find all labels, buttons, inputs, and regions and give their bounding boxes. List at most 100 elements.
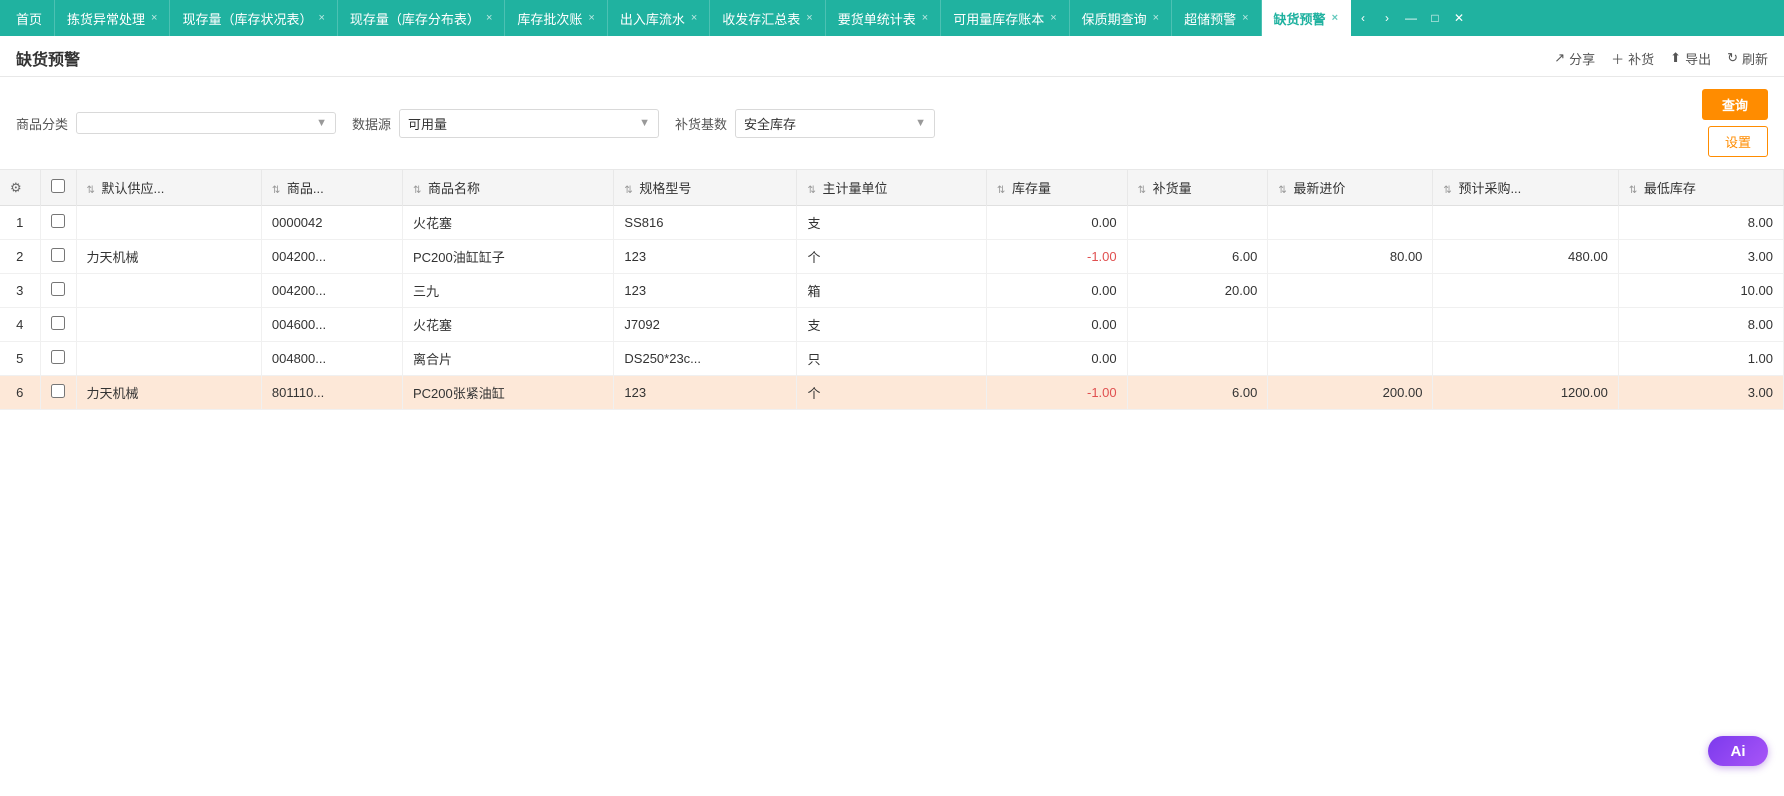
- row-item-code-2: 004200...: [261, 240, 402, 274]
- tab-inventory-status[interactable]: 现存量（库存状况表） ×: [170, 0, 337, 36]
- tab-close-available-ledger[interactable]: ×: [1050, 12, 1056, 24]
- share-action[interactable]: ↗ 分享: [1554, 49, 1595, 68]
- replenish-base-select-arrow: ▼: [915, 117, 926, 129]
- sort-unit-icon[interactable]: ⇅: [807, 185, 815, 196]
- row-min-stock-2: 3.00: [1618, 240, 1783, 274]
- row-no-3: 3: [0, 274, 40, 308]
- row-checkbox-1[interactable]: [51, 214, 65, 228]
- row-latest-price-5: [1268, 342, 1433, 376]
- page-content: 缺货预警 ↗ 分享 ＋ 补货 ⬆ 导出 ↻ 刷新 商品分类: [0, 36, 1784, 796]
- tab-inventory-dist[interactable]: 现存量（库存分布表） ×: [338, 0, 505, 36]
- sort-item-code-icon[interactable]: ⇅: [272, 185, 280, 196]
- row-replenish-5: [1127, 342, 1268, 376]
- tab-bar: 首页 拣货异常处理 × 现存量（库存状况表） × 现存量（库存分布表） × 库存…: [0, 0, 1784, 36]
- tab-close-expiry-query[interactable]: ×: [1153, 12, 1159, 24]
- row-no-1: 1: [0, 206, 40, 240]
- datasource-value: 可用量: [408, 114, 447, 133]
- sort-est-purchase-icon[interactable]: ⇅: [1443, 185, 1451, 196]
- col-min-stock: ⇅ 最低库存: [1618, 170, 1783, 206]
- replenish-base-label: 补货基数: [675, 114, 727, 133]
- row-min-stock-5: 1.00: [1618, 342, 1783, 376]
- row-checkbox-5[interactable]: [51, 350, 65, 364]
- col-stock: ⇅ 库存量: [986, 170, 1127, 206]
- query-button[interactable]: 查询: [1702, 89, 1768, 120]
- table-header-row: ⚙ ⇅ 默认供应... ⇅ 商品... ⇅ 商品名称: [0, 170, 1784, 206]
- settings-button[interactable]: 设置: [1708, 126, 1768, 157]
- category-label: 商品分类: [16, 114, 68, 133]
- window-close-btn[interactable]: ✕: [1447, 0, 1471, 36]
- column-settings-icon[interactable]: ⚙: [10, 180, 22, 195]
- tab-close-in-out-flow[interactable]: ×: [691, 12, 697, 24]
- select-all-checkbox[interactable]: [51, 179, 65, 193]
- filter-bar: 商品分类 ▼ 数据源 可用量 ▼ 补货基数 安全库存 ▼ 查询 设置: [0, 77, 1784, 170]
- sort-spec-icon[interactable]: ⇅: [624, 185, 632, 196]
- row-item-code-6: 801110...: [261, 376, 402, 410]
- row-item-name-6: PC200张紧油缸: [402, 376, 613, 410]
- row-stock-2: -1.00: [986, 240, 1127, 274]
- tab-close-order-stat[interactable]: ×: [922, 12, 928, 24]
- window-minimize-btn[interactable]: —: [1399, 0, 1423, 36]
- datasource-select-arrow: ▼: [639, 117, 650, 129]
- replenish-base-select[interactable]: 安全库存 ▼: [735, 109, 935, 138]
- tab-abnormal[interactable]: 拣货异常处理 ×: [55, 0, 170, 36]
- row-check-1: [40, 206, 76, 240]
- row-checkbox-6[interactable]: [51, 384, 65, 398]
- replenish-base-value: 安全库存: [744, 114, 796, 133]
- row-est-purchase-2: 480.00: [1433, 240, 1618, 274]
- row-min-stock-3: 10.00: [1618, 274, 1783, 308]
- datasource-select[interactable]: 可用量 ▼: [399, 109, 659, 138]
- ai-bubble[interactable]: Ai: [1708, 736, 1768, 766]
- window-maximize-btn[interactable]: □: [1423, 0, 1447, 36]
- sort-min-stock-icon[interactable]: ⇅: [1629, 185, 1637, 196]
- row-est-purchase-5: [1433, 342, 1618, 376]
- col-unit: ⇅ 主计量单位: [797, 170, 986, 206]
- table-row: 2 力天机械 004200... PC200油缸缸子 123 个 -1.00 6…: [0, 240, 1784, 274]
- tab-collect-summary[interactable]: 收发存汇总表 ×: [710, 0, 825, 36]
- sort-latest-price-icon[interactable]: ⇅: [1278, 185, 1286, 196]
- row-est-purchase-3: [1433, 274, 1618, 308]
- refresh-icon: ↻: [1727, 50, 1738, 66]
- col-est-purchase: ⇅ 预计采购...: [1433, 170, 1618, 206]
- tab-expiry-query[interactable]: 保质期查询 ×: [1070, 0, 1172, 36]
- tab-close-abnormal[interactable]: ×: [151, 12, 157, 24]
- row-min-stock-1: 8.00: [1618, 206, 1783, 240]
- row-latest-price-6: 200.00: [1268, 376, 1433, 410]
- tab-in-out-flow[interactable]: 出入库流水 ×: [608, 0, 710, 36]
- sort-item-name-icon[interactable]: ⇅: [413, 185, 421, 196]
- tab-close-inventory-status[interactable]: ×: [318, 12, 324, 24]
- tab-order-stat[interactable]: 要货单统计表 ×: [826, 0, 941, 36]
- row-item-name-4: 火花塞: [402, 308, 613, 342]
- row-check-5: [40, 342, 76, 376]
- row-item-code-4: 004600...: [261, 308, 402, 342]
- tab-close-batch-account[interactable]: ×: [588, 12, 594, 24]
- tab-nav-prev[interactable]: ‹: [1351, 0, 1375, 36]
- tab-close-collect-summary[interactable]: ×: [806, 12, 812, 24]
- row-checkbox-2[interactable]: [51, 248, 65, 262]
- row-unit-4: 支: [797, 308, 986, 342]
- tab-shortage[interactable]: 缺货预警 ×: [1262, 0, 1351, 36]
- tab-close-inventory-dist[interactable]: ×: [486, 12, 492, 24]
- sort-stock-icon[interactable]: ⇅: [997, 185, 1005, 196]
- row-check-4: [40, 308, 76, 342]
- row-supplier-1: [76, 206, 261, 240]
- export-action[interactable]: ⬆ 导出: [1670, 49, 1711, 68]
- row-stock-1: 0.00: [986, 206, 1127, 240]
- row-checkbox-4[interactable]: [51, 316, 65, 330]
- tab-overstock[interactable]: 超储预警 ×: [1172, 0, 1261, 36]
- tab-home[interactable]: 首页: [4, 0, 55, 36]
- replenish-action[interactable]: ＋ 补货: [1611, 49, 1654, 68]
- row-checkbox-3[interactable]: [51, 282, 65, 296]
- category-select[interactable]: ▼: [76, 112, 336, 134]
- row-replenish-4: [1127, 308, 1268, 342]
- tab-batch-account[interactable]: 库存批次账 ×: [505, 0, 607, 36]
- tab-available-ledger[interactable]: 可用量库存账本 ×: [941, 0, 1069, 36]
- row-supplier-3: [76, 274, 261, 308]
- tab-nav-next[interactable]: ›: [1375, 0, 1399, 36]
- sort-replenish-icon[interactable]: ⇅: [1138, 185, 1146, 196]
- refresh-action[interactable]: ↻ 刷新: [1727, 49, 1768, 68]
- sort-supplier-icon[interactable]: ⇅: [87, 185, 95, 196]
- tab-close-shortage[interactable]: ×: [1332, 12, 1338, 24]
- shortage-table: ⚙ ⇅ 默认供应... ⇅ 商品... ⇅ 商品名称: [0, 170, 1784, 410]
- tab-close-overstock[interactable]: ×: [1242, 12, 1248, 24]
- row-no-5: 5: [0, 342, 40, 376]
